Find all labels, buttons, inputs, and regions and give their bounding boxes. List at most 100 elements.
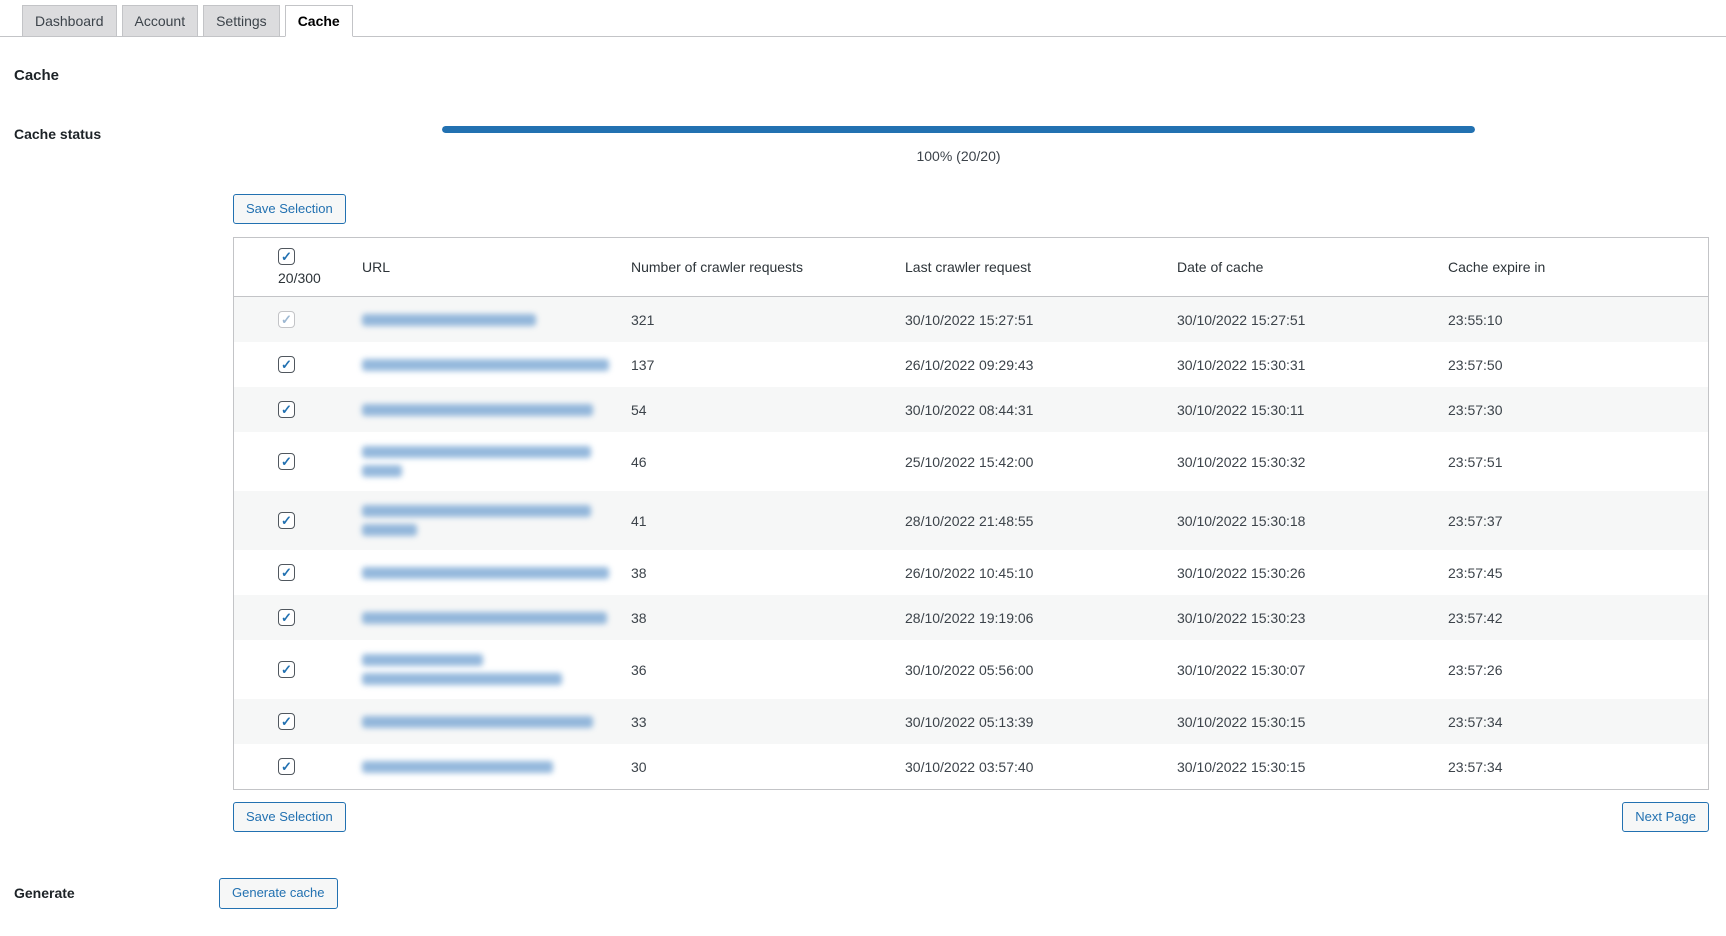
table-row: 41 28/10/2022 21:48:55 30/10/2022 15:30:… xyxy=(234,491,1708,551)
url-link[interactable] xyxy=(362,446,621,478)
url-link[interactable] xyxy=(362,358,621,371)
redacted-url-text xyxy=(362,446,591,459)
save-selection-button-top[interactable]: Save Selection xyxy=(233,194,346,225)
cache-date-cell: 30/10/2022 15:30:23 xyxy=(1177,609,1306,626)
table-row: 38 26/10/2022 10:45:10 30/10/2022 15:30:… xyxy=(234,550,1708,596)
requests-cell: 41 xyxy=(631,512,647,529)
cache-date-cell: 30/10/2022 15:27:51 xyxy=(1177,311,1306,328)
generate-row: Generate Generate cache xyxy=(0,878,1726,909)
redacted-url-text xyxy=(362,403,593,416)
redacted-url-text xyxy=(362,313,536,326)
column-header-last-request: Last crawler request xyxy=(905,238,1177,298)
last-request-cell: 26/10/2022 09:29:43 xyxy=(905,356,1034,373)
table-row: 33 30/10/2022 05:13:39 30/10/2022 15:30:… xyxy=(234,699,1708,745)
redacted-url-text xyxy=(362,760,553,773)
row-checkbox[interactable] xyxy=(278,713,295,731)
expire-cell: 23:57:26 xyxy=(1448,661,1503,678)
redacted-url-text xyxy=(362,524,417,537)
requests-cell: 137 xyxy=(631,356,655,373)
requests-cell: 33 xyxy=(631,713,647,730)
url-link[interactable] xyxy=(362,313,621,326)
cache-date-cell: 30/10/2022 15:30:07 xyxy=(1177,661,1306,678)
redacted-url-text xyxy=(362,715,593,728)
cache-date-cell: 30/10/2022 15:30:32 xyxy=(1177,453,1306,470)
cache-date-cell: 30/10/2022 15:30:15 xyxy=(1177,758,1306,775)
last-request-cell: 30/10/2022 05:56:00 xyxy=(905,661,1034,678)
cache-table: 20/300 URL Number of crawler requests La… xyxy=(233,237,1709,791)
tab-settings[interactable]: Settings xyxy=(203,5,280,37)
row-checkbox[interactable] xyxy=(278,401,295,419)
cache-table-body: 321 30/10/2022 15:27:51 30/10/2022 15:27… xyxy=(234,296,1708,790)
tab-account[interactable]: Account xyxy=(121,5,199,37)
progress-fill xyxy=(442,126,1475,133)
last-request-cell: 30/10/2022 15:27:51 xyxy=(905,311,1034,328)
expire-cell: 23:57:45 xyxy=(1448,564,1503,581)
expire-cell: 23:57:30 xyxy=(1448,401,1503,418)
table-row: 137 26/10/2022 09:29:43 30/10/2022 15:30… xyxy=(234,342,1708,388)
table-header-row: 20/300 URL Number of crawler requests La… xyxy=(234,238,1708,298)
page-title: Cache xyxy=(14,67,60,84)
save-selection-button-bottom[interactable]: Save Selection xyxy=(233,802,346,833)
url-link[interactable] xyxy=(362,403,621,416)
requests-cell: 38 xyxy=(631,564,647,581)
requests-cell: 46 xyxy=(631,453,647,470)
column-header-url: URL xyxy=(362,238,631,298)
expire-cell: 23:57:37 xyxy=(1448,512,1503,529)
generate-cache-button[interactable]: Generate cache xyxy=(219,878,338,909)
last-request-cell: 26/10/2022 10:45:10 xyxy=(905,564,1034,581)
expire-cell: 23:57:50 xyxy=(1448,356,1503,373)
requests-cell: 38 xyxy=(631,609,647,626)
tab-bar: Dashboard Account Settings Cache xyxy=(0,0,1726,37)
redacted-url-text xyxy=(362,611,607,624)
table-row: 36 30/10/2022 05:56:00 30/10/2022 15:30:… xyxy=(234,640,1708,700)
last-request-cell: 30/10/2022 03:57:40 xyxy=(905,758,1034,775)
redacted-url-text xyxy=(362,654,483,667)
cache-date-cell: 30/10/2022 15:30:15 xyxy=(1177,713,1306,730)
tab-cache[interactable]: Cache xyxy=(284,5,353,37)
last-request-cell: 28/10/2022 19:19:06 xyxy=(905,609,1034,626)
url-link[interactable] xyxy=(362,715,621,728)
row-checkbox[interactable] xyxy=(278,564,295,582)
row-checkbox[interactable] xyxy=(278,758,295,776)
progress-bar xyxy=(442,126,1475,133)
url-link[interactable] xyxy=(362,505,621,537)
column-header-requests: Number of crawler requests xyxy=(631,238,905,298)
last-request-cell: 30/10/2022 08:44:31 xyxy=(905,401,1034,418)
row-checkbox[interactable] xyxy=(278,661,295,679)
select-all-checkbox[interactable] xyxy=(278,248,295,266)
redacted-url-text xyxy=(362,673,562,686)
redacted-url-text xyxy=(362,566,609,579)
tab-dashboard[interactable]: Dashboard xyxy=(22,5,117,37)
row-checkbox[interactable] xyxy=(278,512,295,530)
requests-cell: 36 xyxy=(631,661,647,678)
url-link[interactable] xyxy=(362,566,621,579)
row-checkbox[interactable] xyxy=(278,609,295,627)
requests-cell: 30 xyxy=(631,758,647,775)
expire-cell: 23:55:10 xyxy=(1448,311,1503,328)
redacted-url-text xyxy=(362,505,591,518)
selected-count: 20/300 xyxy=(278,270,321,287)
row-checkbox[interactable] xyxy=(278,453,295,471)
url-link[interactable] xyxy=(362,611,621,624)
table-row: 30 30/10/2022 03:57:40 30/10/2022 15:30:… xyxy=(234,744,1708,790)
expire-cell: 23:57:42 xyxy=(1448,609,1503,626)
cache-date-cell: 30/10/2022 15:30:18 xyxy=(1177,512,1306,529)
next-page-button[interactable]: Next Page xyxy=(1622,802,1709,833)
requests-cell: 54 xyxy=(631,401,647,418)
cache-date-cell: 30/10/2022 15:30:31 xyxy=(1177,356,1306,373)
generate-label: Generate xyxy=(14,885,75,902)
last-request-cell: 25/10/2022 15:42:00 xyxy=(905,453,1034,470)
expire-cell: 23:57:34 xyxy=(1448,758,1503,775)
url-link[interactable] xyxy=(362,760,621,773)
table-row: 54 30/10/2022 08:44:31 30/10/2022 15:30:… xyxy=(234,387,1708,433)
expire-cell: 23:57:51 xyxy=(1448,453,1503,470)
expire-cell: 23:57:34 xyxy=(1448,713,1503,730)
table-row: 46 25/10/2022 15:42:00 30/10/2022 15:30:… xyxy=(234,432,1708,492)
progress-percent-text: 100% (20/20) xyxy=(916,148,1001,164)
row-checkbox[interactable] xyxy=(278,356,295,374)
cache-date-cell: 30/10/2022 15:30:26 xyxy=(1177,564,1306,581)
cache-status-label: Cache status xyxy=(14,126,102,142)
url-link[interactable] xyxy=(362,654,621,686)
column-header-expire: Cache expire in xyxy=(1448,238,1708,298)
redacted-url-text xyxy=(362,358,609,371)
